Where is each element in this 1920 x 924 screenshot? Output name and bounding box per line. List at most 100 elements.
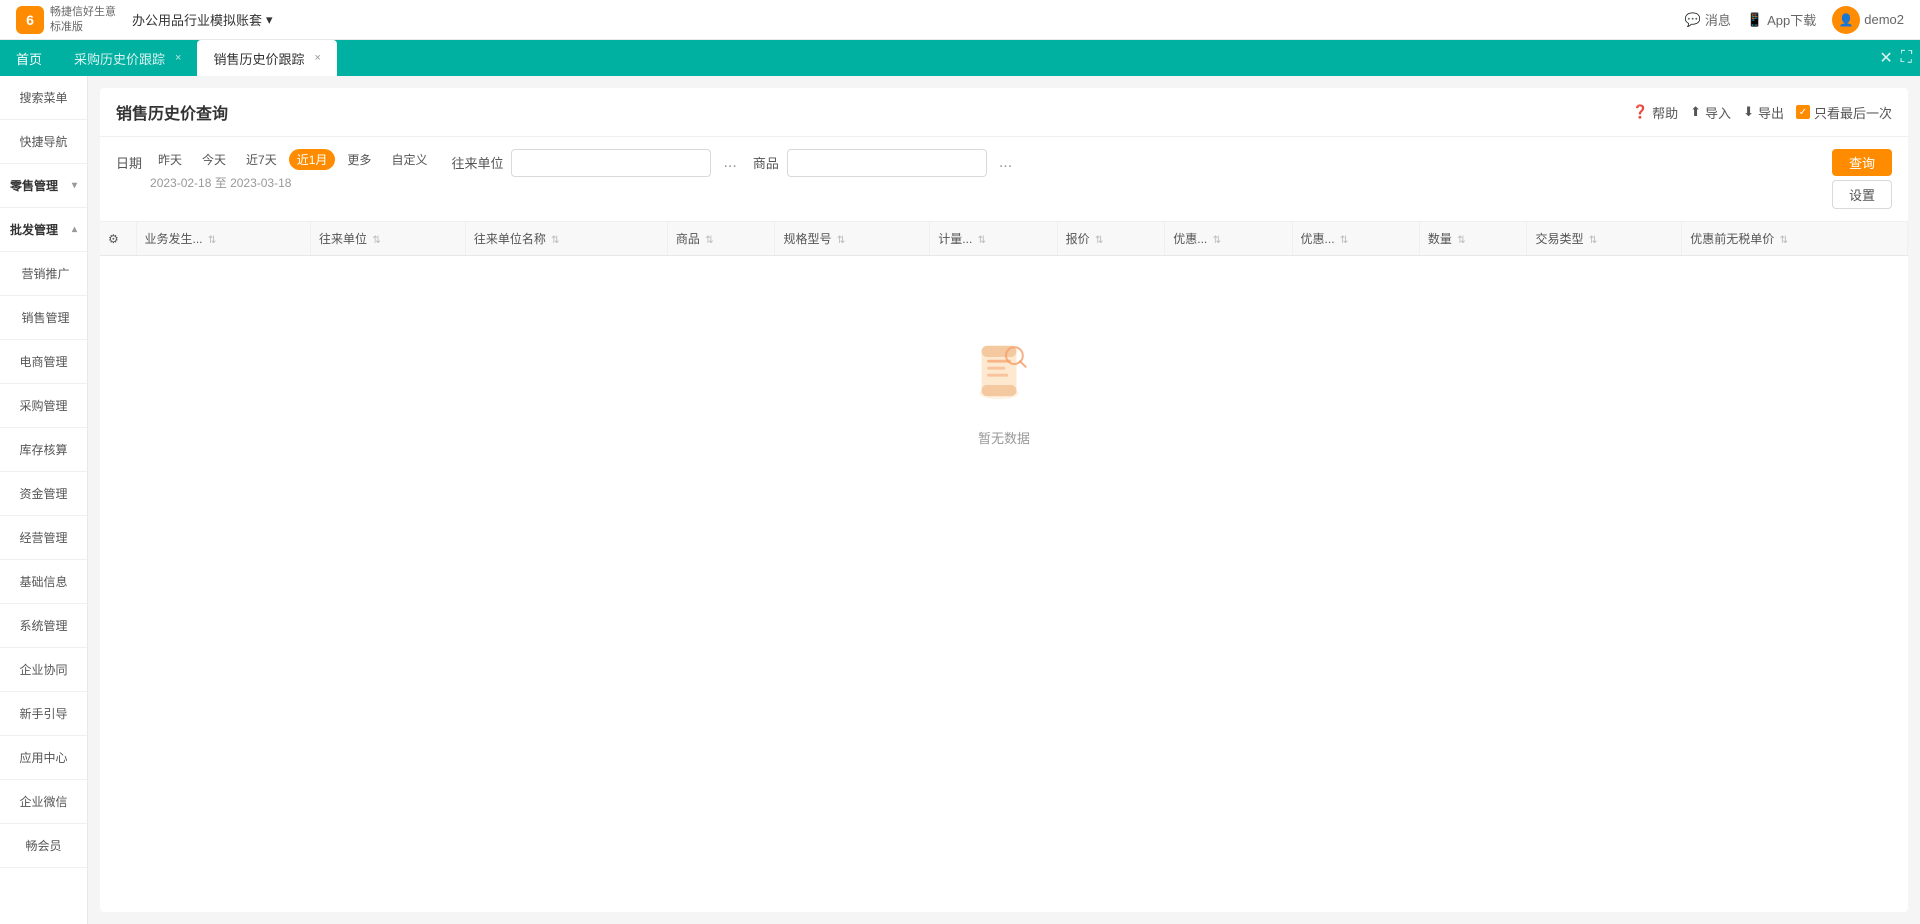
col-product[interactable]: 商品 ⇅ — [667, 222, 775, 256]
sort-icon-quoted-price: ⇅ — [1095, 235, 1103, 246]
sidebar-item-purchase-mgmt[interactable]: 采购管理 — [0, 384, 87, 428]
date-btn-custom[interactable]: 自定义 — [383, 149, 435, 170]
tab-home[interactable]: 首页 — [0, 40, 58, 76]
page-title-bar: 销售历史价查询 ❓ 帮助 ⬆ 导入 ⬇ 导出 — [100, 88, 1908, 137]
col-discount2[interactable]: 优惠... ⇅ — [1292, 222, 1419, 256]
checkbox-checked-icon: ✓ — [1796, 105, 1810, 119]
sidebar-search-menu-label: 搜索菜单 — [19, 89, 67, 106]
chevron-right-icon: ▾ — [72, 180, 77, 191]
sidebar-item-app-center[interactable]: 应用中心 — [0, 736, 87, 780]
close-window-icon[interactable]: ✕ — [1879, 48, 1892, 68]
import-button[interactable]: ⬆ 导入 — [1690, 103, 1731, 122]
sales-history-tab-label: 销售历史价跟踪 — [213, 49, 304, 68]
sort-icon-partner-name: ⇅ — [551, 235, 559, 246]
product-dots[interactable]: ... — [999, 154, 1012, 172]
tab-purchase-history[interactable]: 采购历史价跟踪 × — [58, 40, 197, 76]
col-discount1[interactable]: 优惠... ⇅ — [1165, 222, 1292, 256]
sidebar-item-system-mgmt[interactable]: 系统管理 — [0, 604, 87, 648]
avatar: 👤 — [1832, 6, 1860, 34]
chevron-up-icon: ▴ — [72, 224, 77, 235]
sidebar-item-marketing[interactable]: 营销推广 — [0, 252, 87, 296]
sidebar-purchase-mgmt-label: 采购管理 — [19, 397, 67, 414]
workspace-selector[interactable]: 办公用品行业模拟账套 ▾ — [124, 6, 281, 33]
export-label: 导出 — [1758, 103, 1784, 122]
date-btn-1month[interactable]: 近1月 — [289, 149, 336, 170]
col-pre-tax-price[interactable]: 优惠前无税单价 ⇅ — [1682, 222, 1908, 256]
sidebar-item-search-menu[interactable]: 搜索菜单 — [0, 76, 87, 120]
user-action[interactable]: 👤 demo2 — [1832, 6, 1904, 34]
sidebar-item-enterprise-collab[interactable]: 企业协同 — [0, 648, 87, 692]
purchase-history-tab-label: 采购历史价跟踪 — [74, 49, 165, 68]
help-icon: ❓ — [1632, 104, 1648, 120]
empty-state: 暂无数据 — [100, 256, 1908, 527]
table-header-row: ⚙ 业务发生... ⇅ 往来单位 ⇅ — [100, 222, 1908, 256]
maximize-icon[interactable]: ⛶ — [1901, 49, 1912, 67]
help-label: 帮助 — [1652, 103, 1678, 122]
sidebar-item-inventory[interactable]: 库存核算 — [0, 428, 87, 472]
product-filter-label: 商品 — [753, 149, 779, 172]
sidebar-item-quick-nav[interactable]: 快捷导航 — [0, 120, 87, 164]
sidebar-inventory-label: 库存核算 — [19, 441, 67, 458]
date-btn-yesterday[interactable]: 昨天 — [150, 149, 190, 170]
query-button[interactable]: 查询 — [1832, 149, 1892, 176]
product-input-group: ... — [787, 149, 1012, 177]
col-trade-type[interactable]: 交易类型 ⇅ — [1527, 222, 1682, 256]
sort-icon-unit: ⇅ — [978, 235, 986, 246]
sidebar-member-label: 畅会员 — [25, 837, 61, 854]
help-button[interactable]: ❓ 帮助 — [1632, 103, 1678, 122]
date-btn-7days[interactable]: 近7天 — [238, 149, 285, 170]
content-area: 销售历史价查询 ❓ 帮助 ⬆ 导入 ⬇ 导出 — [88, 76, 1920, 924]
tab-bar-right: ✕ ⛶ — [1879, 48, 1920, 68]
col-partner-code[interactable]: 往来单位 ⇅ — [310, 222, 465, 256]
sidebar-item-enterprise-wechat[interactable]: 企业微信 — [0, 780, 87, 824]
col-quoted-price-label: 报价 — [1066, 232, 1090, 246]
col-settings[interactable]: ⚙ — [100, 222, 136, 256]
partner-input-group: ... — [511, 149, 736, 177]
col-partner-name-label: 往来单位名称 — [474, 232, 546, 246]
import-icon: ⬆ — [1690, 104, 1701, 120]
sort-icon-quantity: ⇅ — [1457, 235, 1465, 246]
sidebar-marketing-label: 营销推广 — [21, 265, 69, 282]
sort-icon-discount1: ⇅ — [1213, 235, 1221, 246]
date-btn-more[interactable]: 更多 — [339, 149, 379, 170]
col-partner-name[interactable]: 往来单位名称 ⇅ — [465, 222, 667, 256]
col-unit[interactable]: 计量... ⇅ — [930, 222, 1057, 256]
partner-filter-label: 往来单位 — [451, 149, 503, 172]
sidebar-item-sales-mgmt[interactable]: 销售管理 — [0, 296, 87, 340]
sidebar-item-wholesale-mgmt[interactable]: 批发管理 ▴ — [0, 208, 87, 252]
purchase-history-tab-close[interactable]: × — [175, 52, 181, 64]
product-input[interactable] — [787, 149, 987, 177]
sidebar-item-new-user-guide[interactable]: 新手引导 — [0, 692, 87, 736]
sidebar-item-fund-mgmt[interactable]: 资金管理 — [0, 472, 87, 516]
sidebar-item-ops-mgmt[interactable]: 经营管理 — [0, 516, 87, 560]
logo-char: 6 — [26, 12, 34, 28]
col-biz-date[interactable]: 业务发生... ⇅ — [136, 222, 310, 256]
sidebar-item-basic-info[interactable]: 基础信息 — [0, 560, 87, 604]
col-quoted-price[interactable]: 报价 ⇅ — [1057, 222, 1165, 256]
sidebar-item-ecommerce[interactable]: 电商管理 — [0, 340, 87, 384]
logo-icon: 6 — [16, 6, 44, 34]
col-discount1-label: 优惠... — [1173, 232, 1207, 246]
sales-history-tab-close[interactable]: × — [314, 52, 320, 64]
sidebar-item-member[interactable]: 畅会员 — [0, 824, 87, 868]
export-button[interactable]: ⬇ 导出 — [1743, 103, 1784, 122]
date-btn-today[interactable]: 今天 — [194, 149, 234, 170]
app-download-action[interactable]: 📱 App下载 — [1747, 10, 1816, 29]
partner-dots[interactable]: ... — [723, 154, 736, 172]
sidebar-ecommerce-label: 电商管理 — [19, 353, 67, 370]
message-icon: 💬 — [1685, 12, 1701, 28]
col-quantity[interactable]: 数量 ⇅ — [1419, 222, 1527, 256]
col-discount2-label: 优惠... — [1301, 232, 1335, 246]
message-action[interactable]: 💬 消息 — [1685, 10, 1731, 29]
sidebar-retail-mgmt-label: 零售管理 — [10, 177, 58, 194]
sidebar-app-center-label: 应用中心 — [19, 749, 67, 766]
date-options-row: 昨天 今天 近7天 近1月 更多 自定义 — [150, 149, 435, 170]
partner-input[interactable] — [511, 149, 711, 177]
sort-icon-spec: ⇅ — [837, 235, 845, 246]
col-spec[interactable]: 规格型号 ⇅ — [775, 222, 930, 256]
sidebar-item-retail-mgmt[interactable]: 零售管理 ▾ — [0, 164, 87, 208]
settings-button[interactable]: 设置 — [1832, 180, 1892, 209]
home-tab-label: 首页 — [16, 49, 42, 68]
tab-sales-history[interactable]: 销售历史价跟踪 × — [197, 40, 336, 76]
only-last-checkbox[interactable]: ✓ 只看最后一次 — [1796, 103, 1892, 122]
